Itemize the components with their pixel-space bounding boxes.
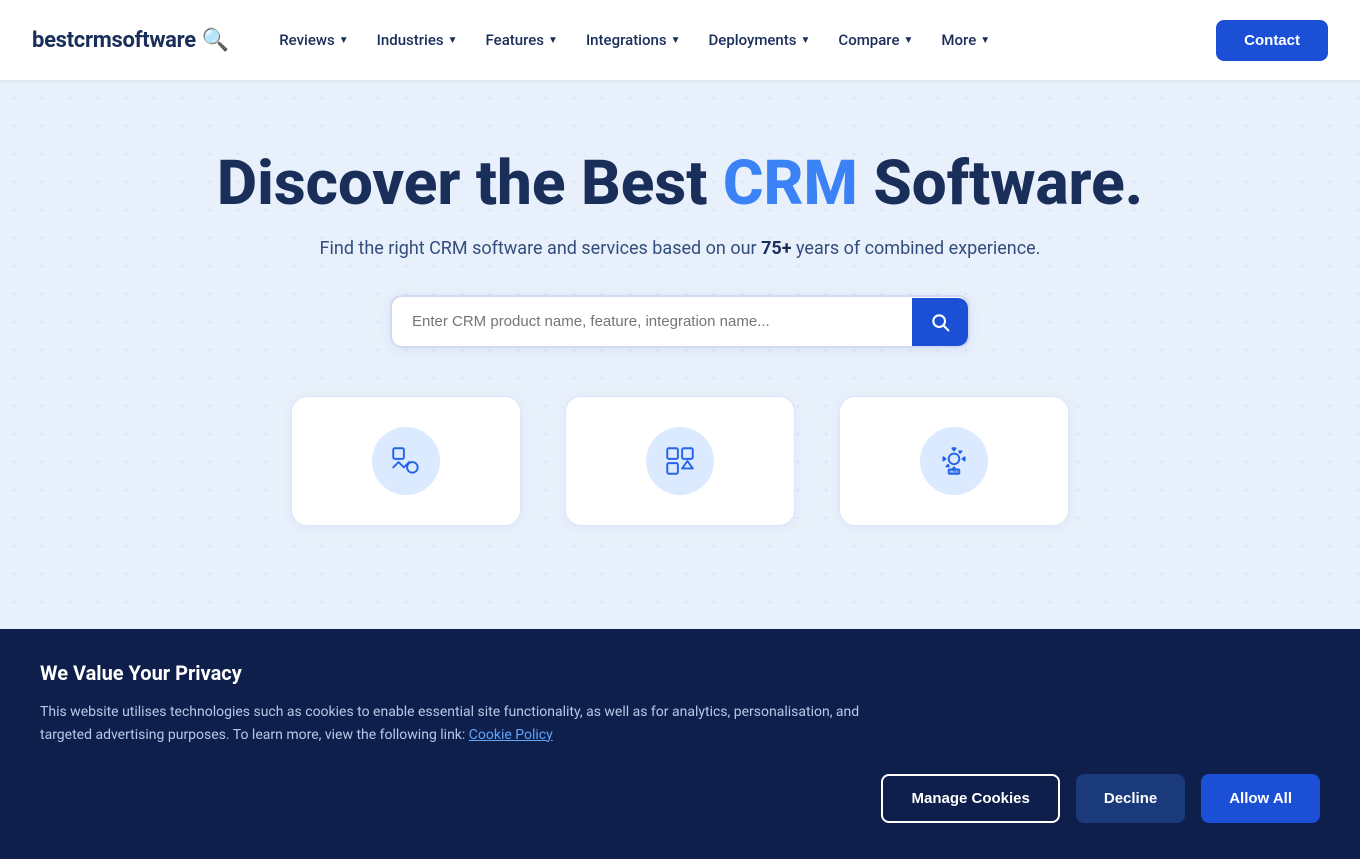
svg-text:CRM: CRM — [950, 470, 958, 474]
card-integrations[interactable] — [291, 396, 521, 526]
search-box — [390, 295, 970, 348]
card-icon-circle-3: CRM — [920, 427, 988, 495]
contact-button[interactable]: Contact — [1216, 20, 1328, 61]
chevron-down-icon: ▼ — [448, 35, 458, 46]
navbar-nav: Reviews ▼ Industries ▼ Features ▼ Integr… — [267, 23, 1002, 57]
allow-all-button[interactable]: Allow All — [1201, 774, 1320, 823]
hero-title: Discover the Best CRM Software. — [32, 150, 1328, 218]
search-icon — [930, 312, 950, 332]
cookie-policy-link[interactable]: Cookie Policy — [469, 727, 553, 743]
card-crm-settings[interactable]: CRM — [839, 396, 1069, 526]
cookie-actions: Manage Cookies Decline Allow All — [40, 774, 1320, 823]
card-icon-circle-2 — [646, 427, 714, 495]
nav-integrations[interactable]: Integrations ▼ — [574, 23, 693, 57]
nav-reviews[interactable]: Reviews ▼ — [267, 23, 360, 57]
cards-row: CRM — [32, 396, 1328, 526]
navbar: bestcrmsoftware 🔍 Reviews ▼ Industries ▼… — [0, 0, 1360, 80]
nav-features[interactable]: Features ▼ — [474, 23, 570, 57]
nav-industries[interactable]: Industries ▼ — [365, 23, 470, 57]
nav-deployments[interactable]: Deployments ▼ — [697, 23, 823, 57]
card-icon-circle-1 — [372, 427, 440, 495]
nav-compare[interactable]: Compare ▼ — [826, 23, 925, 57]
card-categories[interactable] — [565, 396, 795, 526]
crm-settings-icon: CRM — [937, 444, 971, 478]
chevron-down-icon: ▼ — [339, 35, 349, 46]
chevron-down-icon: ▼ — [801, 35, 811, 46]
manage-cookies-button[interactable]: Manage Cookies — [881, 774, 1059, 823]
chevron-down-icon: ▼ — [548, 35, 558, 46]
search-input[interactable] — [392, 297, 912, 346]
cookie-body: This website utilises technologies such … — [40, 701, 860, 746]
nav-more[interactable]: More ▼ — [929, 23, 1002, 57]
search-button[interactable] — [912, 298, 968, 346]
cookie-banner: We Value Your Privacy This website utili… — [0, 629, 1360, 859]
chevron-down-icon: ▼ — [904, 35, 914, 46]
hero-section: Discover the Best CRM Software. Find the… — [0, 80, 1360, 566]
hero-subtitle: Find the right CRM software and services… — [32, 238, 1328, 259]
chevron-down-icon: ▼ — [671, 35, 681, 46]
decline-button[interactable]: Decline — [1076, 774, 1185, 823]
search-icon: 🔍 — [202, 28, 229, 53]
integrations-icon — [389, 444, 423, 478]
navbar-left: bestcrmsoftware 🔍 Reviews ▼ Industries ▼… — [32, 23, 1002, 57]
categories-icon — [663, 444, 697, 478]
cookie-title: We Value Your Privacy — [40, 661, 1320, 685]
search-container — [32, 295, 1328, 348]
chevron-down-icon: ▼ — [980, 35, 990, 46]
logo-text: bestcrmsoftware — [32, 28, 196, 53]
